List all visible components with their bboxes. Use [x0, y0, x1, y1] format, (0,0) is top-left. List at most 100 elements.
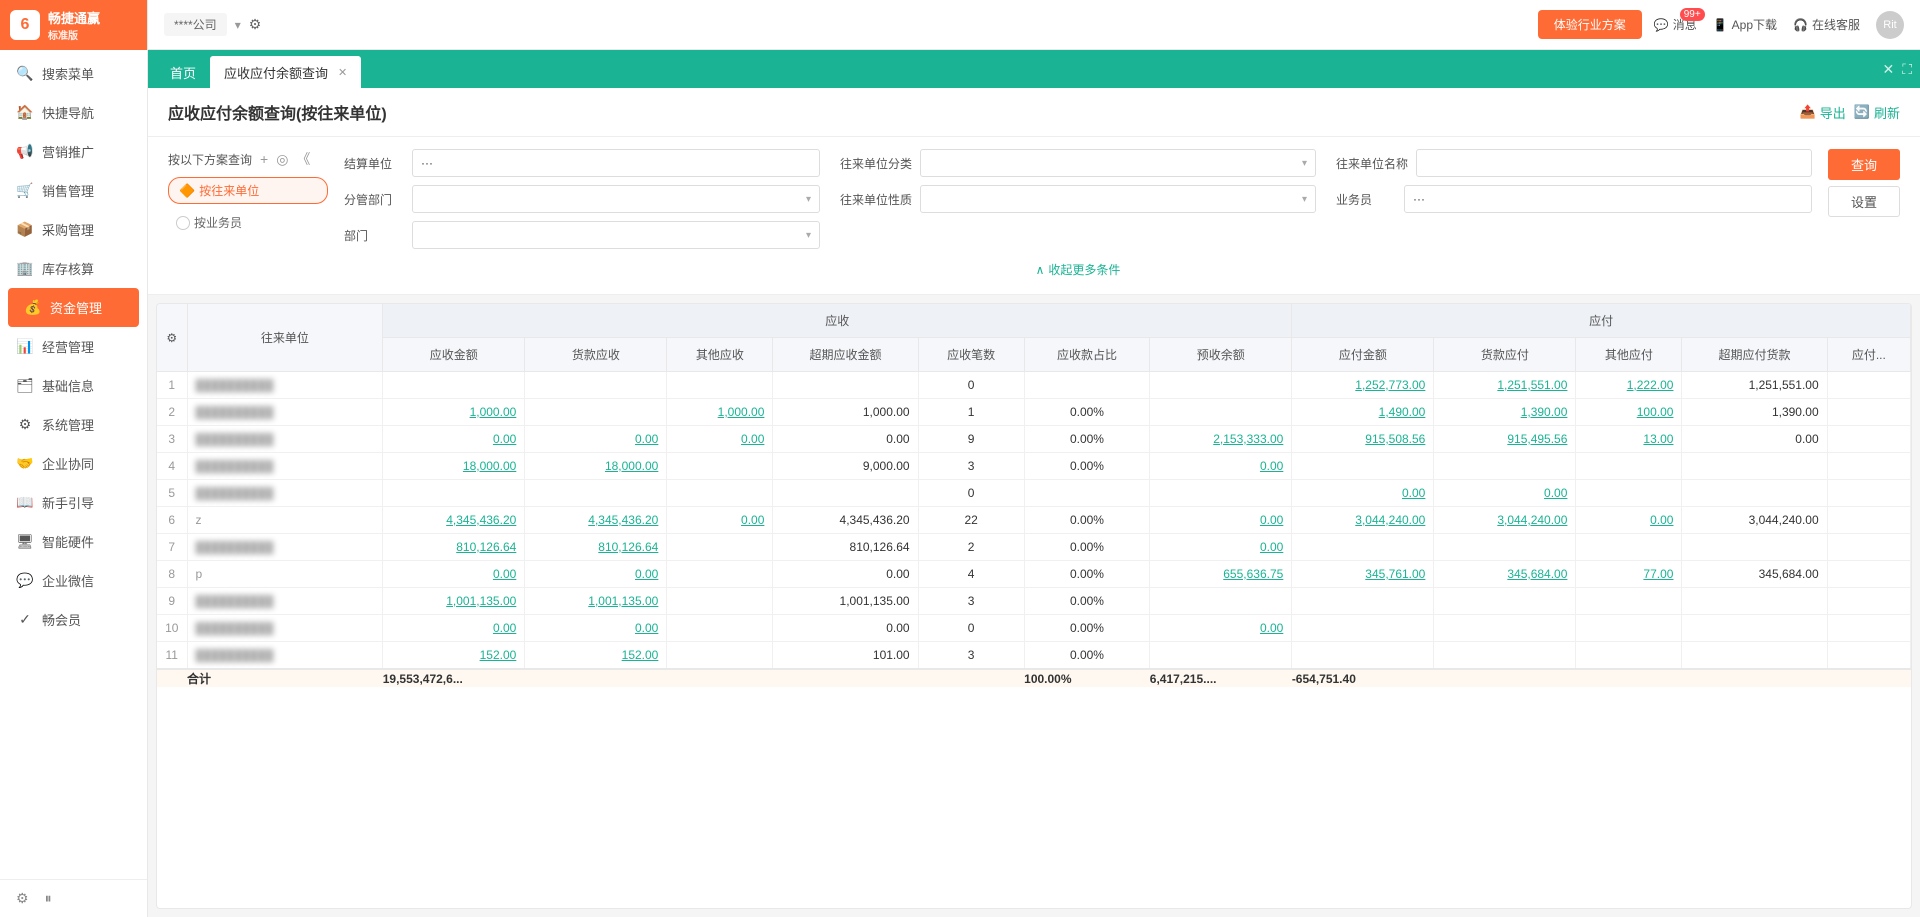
sidebar-item-cooperation[interactable]: 🤝企业协同: [0, 444, 147, 483]
footer-label: 合计: [187, 669, 383, 687]
table-row: 11 ██████████ 152.00 152.00 101.00 3 0.0…: [157, 642, 1911, 670]
sidebar-item-basic-info[interactable]: 🗂基础信息: [0, 366, 147, 405]
filter-settlement-label: 结算单位: [344, 155, 404, 172]
basic-info-label: 基础信息: [42, 376, 94, 395]
col-ap-other: 其他应付: [1576, 338, 1682, 372]
sidebar-item-system[interactable]: ⚙ 系统管理: [0, 405, 147, 444]
table-footer: 合计 19,553,472,6... 100.00% 6,417,215....…: [157, 669, 1911, 687]
tab-bar-close-icon[interactable]: ✕: [1882, 61, 1894, 78]
tab-ar-ap-label: 应收应付余额查询: [224, 63, 328, 82]
filter-scheme-panel: 按以下方案查询 + ◎ 《 🔶 按往来单位 按业务员: [168, 149, 328, 235]
sidebar-settings-icon[interactable]: ⚙: [16, 890, 29, 907]
finance-label: 资金管理: [50, 298, 102, 317]
row-num-11: 11: [157, 642, 187, 670]
wechat-label: 企业微信: [42, 571, 94, 590]
header-breadcrumb: ****公司 ▾ ⚙: [164, 13, 1526, 36]
footer-ar-overdue: [773, 669, 918, 687]
footer-ar-amount: 19,553,472,6...: [383, 669, 525, 687]
filter-salesperson-input[interactable]: ···: [1404, 185, 1812, 213]
sidebar-item-purchase[interactable]: 📦采购管理: [0, 210, 147, 249]
sidebar-collapse-icon[interactable]: ⏸: [45, 890, 52, 907]
sidebar-item-search-menu[interactable]: 🔍搜索菜单: [0, 54, 147, 93]
finance-icon: 💰: [24, 299, 42, 316]
data-table-wrapper: ⚙ 往来单位 应收 应付 应收金额 货款应收 其他应收 超期应收金额 应收笔数 …: [156, 303, 1912, 909]
query-btn[interactable]: 查询: [1828, 149, 1900, 180]
filter-query-row: 按以下方案查询 + ◎ 《: [168, 149, 328, 169]
sales-label: 销售管理: [42, 181, 94, 200]
collapse-more-btn[interactable]: ∧ 收起更多条件: [344, 257, 1812, 282]
sidebar-item-inventory[interactable]: 🏢库存核算: [0, 249, 147, 288]
col-settings[interactable]: ⚙: [157, 304, 187, 372]
sidebar-item-marketing[interactable]: 📢营销推广: [0, 132, 147, 171]
app-download-label: App下载: [1732, 16, 1777, 33]
settings-btn[interactable]: 设置: [1828, 186, 1900, 217]
table-row: 9 ██████████ 1,001,135.00 1,001,135.00 1…: [157, 588, 1911, 615]
operations-label: 经营管理: [42, 337, 94, 356]
export-icon: 📤: [1800, 104, 1816, 120]
sidebar-bottom: ⚙ ⏸: [0, 879, 147, 917]
filter-manage-dept-input[interactable]: ▾: [412, 185, 820, 213]
system-icon: ⚙: [16, 416, 34, 433]
filter-settlement-unit: 结算单位 ···: [344, 149, 820, 177]
col-ap-overdue: 超期应付货款: [1682, 338, 1827, 372]
row-num-10: 10: [157, 615, 187, 642]
sidebar-item-guide[interactable]: 📖新手引导: [0, 483, 147, 522]
scheme-by-partner[interactable]: 🔶 按往来单位: [168, 177, 328, 204]
solution-btn[interactable]: 体验行业方案: [1538, 10, 1642, 39]
user-avatar[interactable]: Rit: [1876, 11, 1904, 39]
purchase-icon: 📦: [16, 221, 34, 238]
sales-icon: 🛒: [16, 182, 34, 199]
sidebar-item-wechat[interactable]: 💬企业微信: [0, 561, 147, 600]
top-header: ****公司 ▾ ⚙ 体验行业方案 💬 消息 99+ 📱 App下载 🎧 在线客…: [148, 0, 1920, 50]
breadcrumb-chevron[interactable]: ▾: [235, 18, 241, 32]
app-download-btn[interactable]: 📱 App下载: [1713, 16, 1777, 33]
sidebar-item-finance[interactable]: 💰 资金管理: [8, 288, 139, 327]
filter-partner-nature-input[interactable]: ▾: [920, 185, 1316, 213]
filter-manage-dept: 分管部门 ▾: [344, 185, 820, 213]
sidebar-item-quick-nav[interactable]: 🏠快捷导航: [0, 93, 147, 132]
tab-bar-expand-icon[interactable]: ⛶: [1902, 61, 1912, 78]
sidebar-item-operations[interactable]: 📊 经营管理: [0, 327, 147, 366]
refresh-btn[interactable]: 🔄 刷新: [1854, 103, 1900, 122]
scheme-salesperson-label: 按业务员: [194, 214, 242, 231]
app-logo: 6 畅捷通赢 标准版: [0, 0, 147, 50]
page-title: 应收应付余额查询(按往来单位): [168, 100, 387, 136]
sidebar-item-member[interactable]: ✓畅会员: [0, 600, 147, 639]
logo-icon: 6: [10, 10, 40, 40]
member-icon: ✓: [16, 611, 34, 628]
filter-settlement-input[interactable]: ···: [412, 149, 820, 177]
filter-query-label: 按以下方案查询: [168, 151, 252, 168]
company-name: ****公司: [164, 13, 227, 36]
export-btn[interactable]: 📤 导出: [1800, 103, 1846, 122]
system-label: 系统管理: [42, 415, 94, 434]
tab-ar-ap[interactable]: 应收应付余额查询 ✕: [210, 56, 361, 88]
filter-add-btn[interactable]: +: [260, 151, 268, 167]
filter-panel: 按以下方案查询 + ◎ 《 🔶 按往来单位 按业务员: [148, 137, 1920, 295]
row-num-8: 8: [157, 561, 187, 588]
tab-home[interactable]: 首页: [156, 56, 210, 88]
col-ar-group: 应收: [383, 304, 1292, 338]
header-settings-icon[interactable]: ⚙: [249, 16, 262, 33]
filter-partner-name-input[interactable]: [1416, 149, 1812, 177]
scheme-by-salesperson[interactable]: 按业务员: [168, 210, 328, 235]
customer-service-btn[interactable]: 🎧 在线客服: [1793, 16, 1860, 33]
partner-nature-arrow: ▾: [1302, 194, 1307, 205]
partner-cat-arrow: ▾: [1302, 158, 1307, 169]
row-num-3: 3: [157, 426, 187, 453]
notification-btn[interactable]: 💬 消息 99+: [1654, 16, 1697, 33]
sidebar-item-sales[interactable]: 🛒 销售管理: [0, 171, 147, 210]
filter-salesperson: 业务员 ···: [1336, 185, 1812, 213]
sidebar-item-hardware[interactable]: 🖥智能硬件: [0, 522, 147, 561]
tab-home-label: 首页: [170, 63, 196, 82]
filter-manage-dept-label: 分管部门: [344, 191, 404, 208]
scheme-salesperson-radio: [176, 216, 190, 230]
filter-settings-btn[interactable]: ◎: [276, 151, 288, 168]
sidebar-nav: 🔍搜索菜单🏠快捷导航📢营销推广 🛒 销售管理 📦采购管理🏢库存核算 💰 资金管理 📊 经营管理…: [0, 50, 147, 879]
operations-icon: 📊: [16, 338, 34, 355]
filter-dept-input[interactable]: ▾: [412, 221, 820, 249]
logo-text: 畅捷通赢 标准版: [48, 8, 100, 42]
tab-close-icon[interactable]: ✕: [338, 66, 347, 79]
filter-partner-cat-input[interactable]: ▾: [920, 149, 1316, 177]
filter-collapse-btn[interactable]: 《: [296, 149, 310, 169]
col-ar-ratio: 应收款占比: [1024, 338, 1150, 372]
